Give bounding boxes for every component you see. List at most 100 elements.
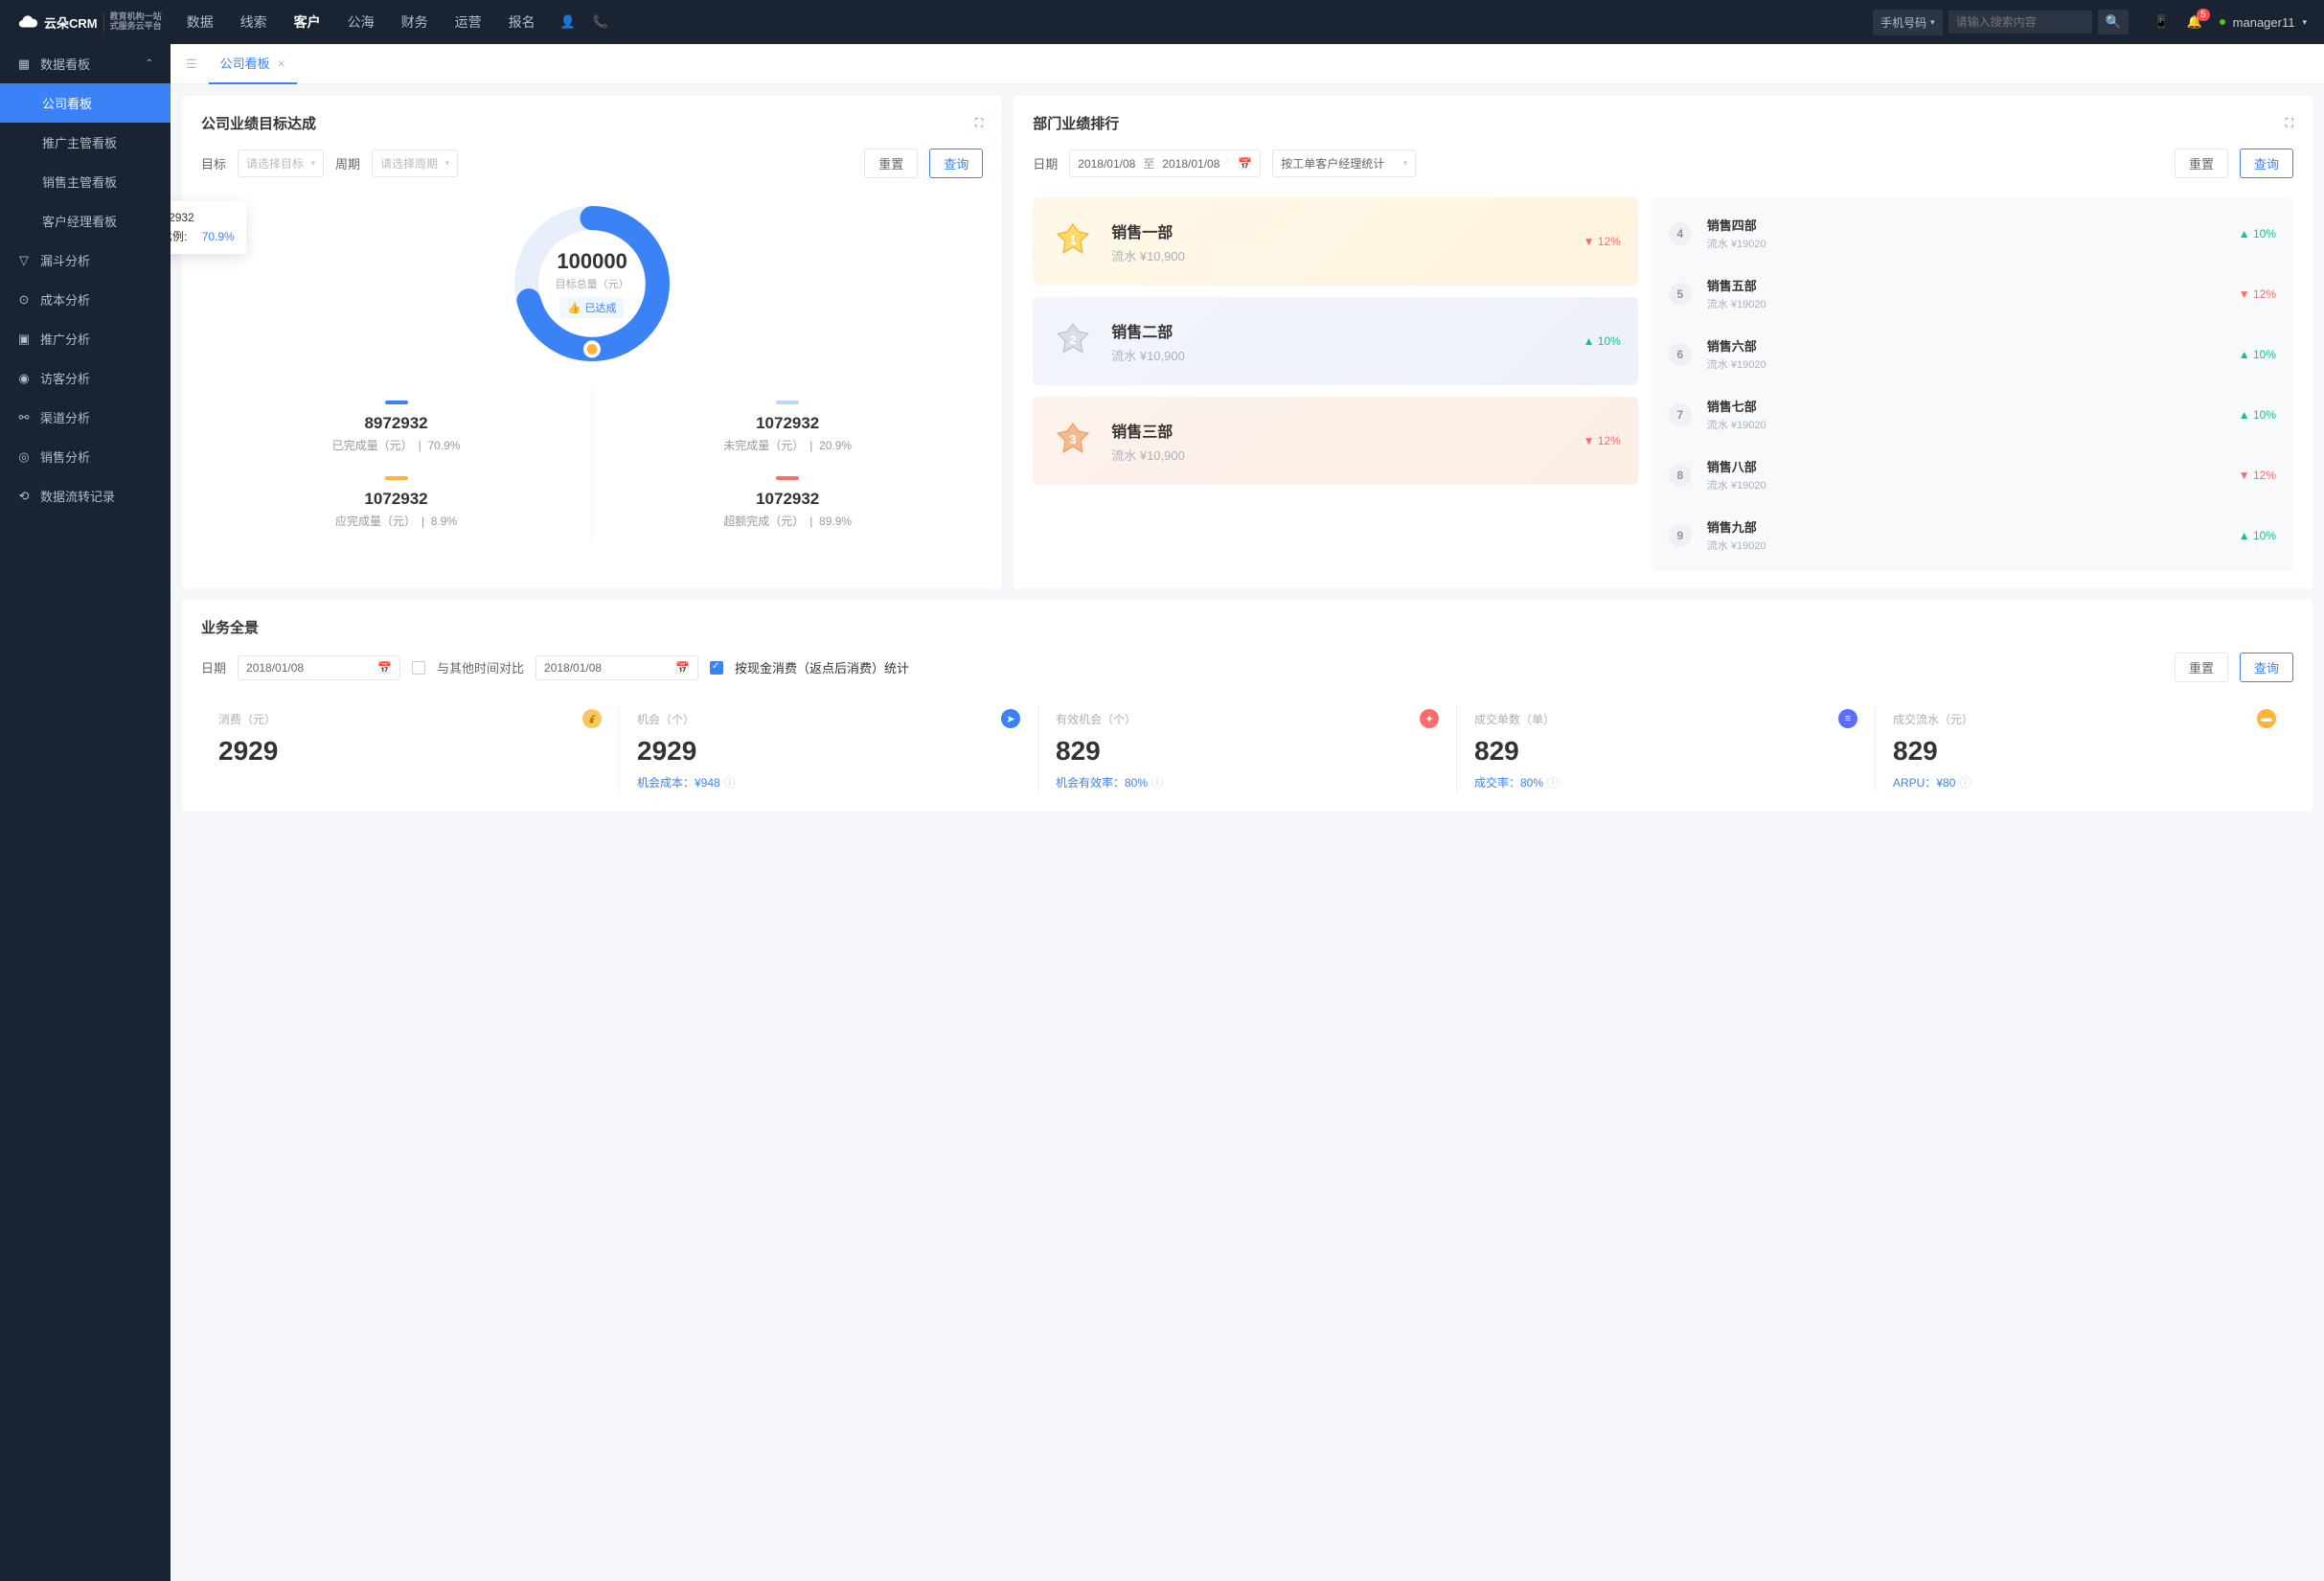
podium-card: 2销售二部流水 ¥10,900▲ 10% xyxy=(1033,297,1638,385)
calendar-icon: 📅 xyxy=(1238,157,1252,171)
mobile-icon[interactable]: 📱 xyxy=(2153,14,2169,30)
chevron-up-icon: ⌃ xyxy=(146,58,153,69)
sidebar-item[interactable]: ◎销售分析 xyxy=(0,437,171,476)
rank-row: 6销售六部流水 ¥19020▲ 10% xyxy=(1652,324,2293,384)
expand-icon[interactable]: ⛶ xyxy=(975,116,983,130)
user-menu[interactable]: manager11 ▾ xyxy=(2220,15,2307,30)
kpi: 机会（个）➤2929机会成本：¥948 ⓘ xyxy=(620,705,1038,794)
kpi-icon: ➤ xyxy=(1001,709,1020,728)
calendar-icon: 📅 xyxy=(377,661,392,675)
search-button[interactable]: 🔍 xyxy=(2098,10,2130,34)
sidebar-item[interactable]: ◉访客分析 xyxy=(0,358,171,398)
notification-icon[interactable]: 🔔5 xyxy=(2186,14,2201,30)
kpi-icon: ▬ xyxy=(2257,709,2276,728)
period-select[interactable]: 请选择周期▾ xyxy=(372,149,458,177)
logo[interactable]: 云朵CRM 教育机构一站式服务云平台 xyxy=(17,11,162,33)
biz-card: 业务全景 日期 2018/01/08📅 与其他时间对比 2018/01/08📅 … xyxy=(182,600,2313,812)
reset-button[interactable]: 重置 xyxy=(2175,149,2228,178)
sidebar-item[interactable]: 客户经理看板 xyxy=(0,201,171,241)
thumb-icon: 👍 xyxy=(568,302,581,314)
kpi: 成交单数（单）≡829成交率：80% ⓘ xyxy=(1457,705,1876,794)
metric: 1072932超额完成（元）| 89.9% xyxy=(592,465,983,540)
query-button[interactable]: 查询 xyxy=(929,149,983,178)
expand-icon[interactable]: ⛶ xyxy=(2286,116,2293,130)
nav-icon: ◎ xyxy=(17,449,31,465)
rank-row: 4销售四部流水 ¥19020▲ 10% xyxy=(1652,203,2293,264)
nav-icon: ⟲ xyxy=(17,489,31,504)
metric: 1072932未完成量（元）| 20.9% xyxy=(592,389,983,465)
podium-card: 1销售一部流水 ¥10,900▼ 12% xyxy=(1033,197,1638,286)
topnav-item[interactable]: 运营 xyxy=(455,12,482,32)
hamburger-icon[interactable]: ☰ xyxy=(180,53,203,76)
help-icon[interactable]: ⓘ xyxy=(1151,774,1163,790)
date-range[interactable]: 2018/01/08至2018/01/08 📅 xyxy=(1069,149,1261,177)
topnav-item[interactable]: 线索 xyxy=(240,12,267,32)
rank-card: 部门业绩排行 ⛶ 日期 2018/01/08至2018/01/08 📅 按工单客… xyxy=(1014,96,2313,588)
topnav-item[interactable]: 客户 xyxy=(294,12,321,32)
person-icon[interactable]: 👤 xyxy=(560,14,576,30)
close-icon[interactable]: × xyxy=(278,56,285,71)
topnav-item[interactable]: 财务 xyxy=(401,12,428,32)
svg-text:1: 1 xyxy=(1070,233,1077,247)
topnav-item[interactable]: 公海 xyxy=(348,12,375,32)
search-input[interactable] xyxy=(1948,11,2092,34)
sidebar-item[interactable]: 销售主管看板 xyxy=(0,162,171,201)
kpi-icon: ✦ xyxy=(1420,709,1439,728)
podium-card: 3销售三部流水 ¥10,900▼ 12% xyxy=(1033,397,1638,485)
nav-icon: ◉ xyxy=(17,371,31,386)
nav-icon: ⊙ xyxy=(17,292,31,308)
kpi-icon: 💰 xyxy=(582,709,602,728)
biz-date2[interactable]: 2018/01/08📅 xyxy=(535,655,698,680)
medal-icon: 3 xyxy=(1050,418,1096,464)
sidebar-item[interactable]: ⊙成本分析 xyxy=(0,280,171,319)
sidebar-item[interactable]: ▽漏斗分析 xyxy=(0,241,171,280)
biz-date1[interactable]: 2018/01/08📅 xyxy=(238,655,400,680)
kpi: 成交流水（元）▬829ARPU：¥80 ⓘ xyxy=(1876,705,2293,794)
biz-title: 业务全景 xyxy=(201,617,259,637)
sidebar-item[interactable]: ▣推广分析 xyxy=(0,319,171,358)
kpi: 消费（元）💰2929 xyxy=(201,705,620,794)
topnav-item[interactable]: 数据 xyxy=(187,12,214,32)
sidebar-item[interactable]: 推广主管看板 xyxy=(0,123,171,162)
reset-button[interactable]: 重置 xyxy=(864,149,918,178)
kpi-icon: ≡ xyxy=(1838,709,1857,728)
medal-icon: 2 xyxy=(1050,318,1096,364)
compare-checkbox[interactable] xyxy=(412,661,425,675)
stat-by-select[interactable]: 按工单客户经理统计▾ xyxy=(1272,149,1416,177)
search-type-select[interactable]: 手机号码 ▾ xyxy=(1873,10,1943,35)
reset-button[interactable]: 重置 xyxy=(2175,653,2228,682)
main-content: ☰ 公司看板 × 公司业绩目标达成 ⛶ 目标 xyxy=(171,44,2324,1581)
rank-row: 7销售七部流水 ¥19020▲ 10% xyxy=(1652,384,2293,445)
sidebar-item[interactable]: ⟲数据流转记录 xyxy=(0,476,171,516)
chart-tooltip: 1072932 所占比例: 70.9% xyxy=(171,201,246,254)
goal-title: 公司业绩目标达成 xyxy=(201,113,316,133)
top-nav: 数据 线索 客户 公海 财务 运营 报名 xyxy=(187,12,535,32)
goal-card: 公司业绩目标达成 ⛶ 目标 请选择目标▾ 周期 请选择周期▾ 重置 查询 xyxy=(182,96,1002,588)
rank-row: 9销售九部流水 ¥19020▲ 10% xyxy=(1652,505,2293,565)
nav-icon: ▣ xyxy=(17,332,31,347)
rank-row: 8销售八部流水 ¥19020▼ 12% xyxy=(1652,445,2293,505)
svg-text:2: 2 xyxy=(1070,332,1077,347)
query-button[interactable]: 查询 xyxy=(2240,149,2293,178)
cloud-icon xyxy=(17,11,38,33)
medal-icon: 1 xyxy=(1050,218,1096,264)
help-icon[interactable]: ⓘ xyxy=(1959,774,1971,790)
metric: 1072932应完成量（元）| 8.9% xyxy=(201,465,592,540)
sidebar-item[interactable]: 公司看板 xyxy=(0,83,171,123)
target-select[interactable]: 请选择目标▾ xyxy=(238,149,324,177)
rank-title: 部门业绩排行 xyxy=(1033,113,1119,133)
topnav-item[interactable]: 报名 xyxy=(509,12,535,32)
svg-text:3: 3 xyxy=(1070,432,1077,447)
help-icon[interactable]: ⓘ xyxy=(724,774,736,790)
sidebar-group-dashboard[interactable]: ▦ 数据看板 ⌃ xyxy=(0,44,171,83)
sidebar-item[interactable]: ⚯渠道分析 xyxy=(0,398,171,437)
cash-checkbox[interactable] xyxy=(710,661,723,675)
achieved-badge: 👍已达成 xyxy=(560,297,625,318)
nav-icon: ⚯ xyxy=(17,410,31,425)
phone-icon[interactable]: 📞 xyxy=(593,14,608,30)
help-icon[interactable]: ⓘ xyxy=(1547,774,1559,790)
query-button[interactable]: 查询 xyxy=(2240,653,2293,682)
dashboard-icon: ▦ xyxy=(17,57,31,72)
tab-company-board[interactable]: 公司看板 × xyxy=(209,44,297,84)
tabbar: ☰ 公司看板 × xyxy=(171,44,2324,84)
